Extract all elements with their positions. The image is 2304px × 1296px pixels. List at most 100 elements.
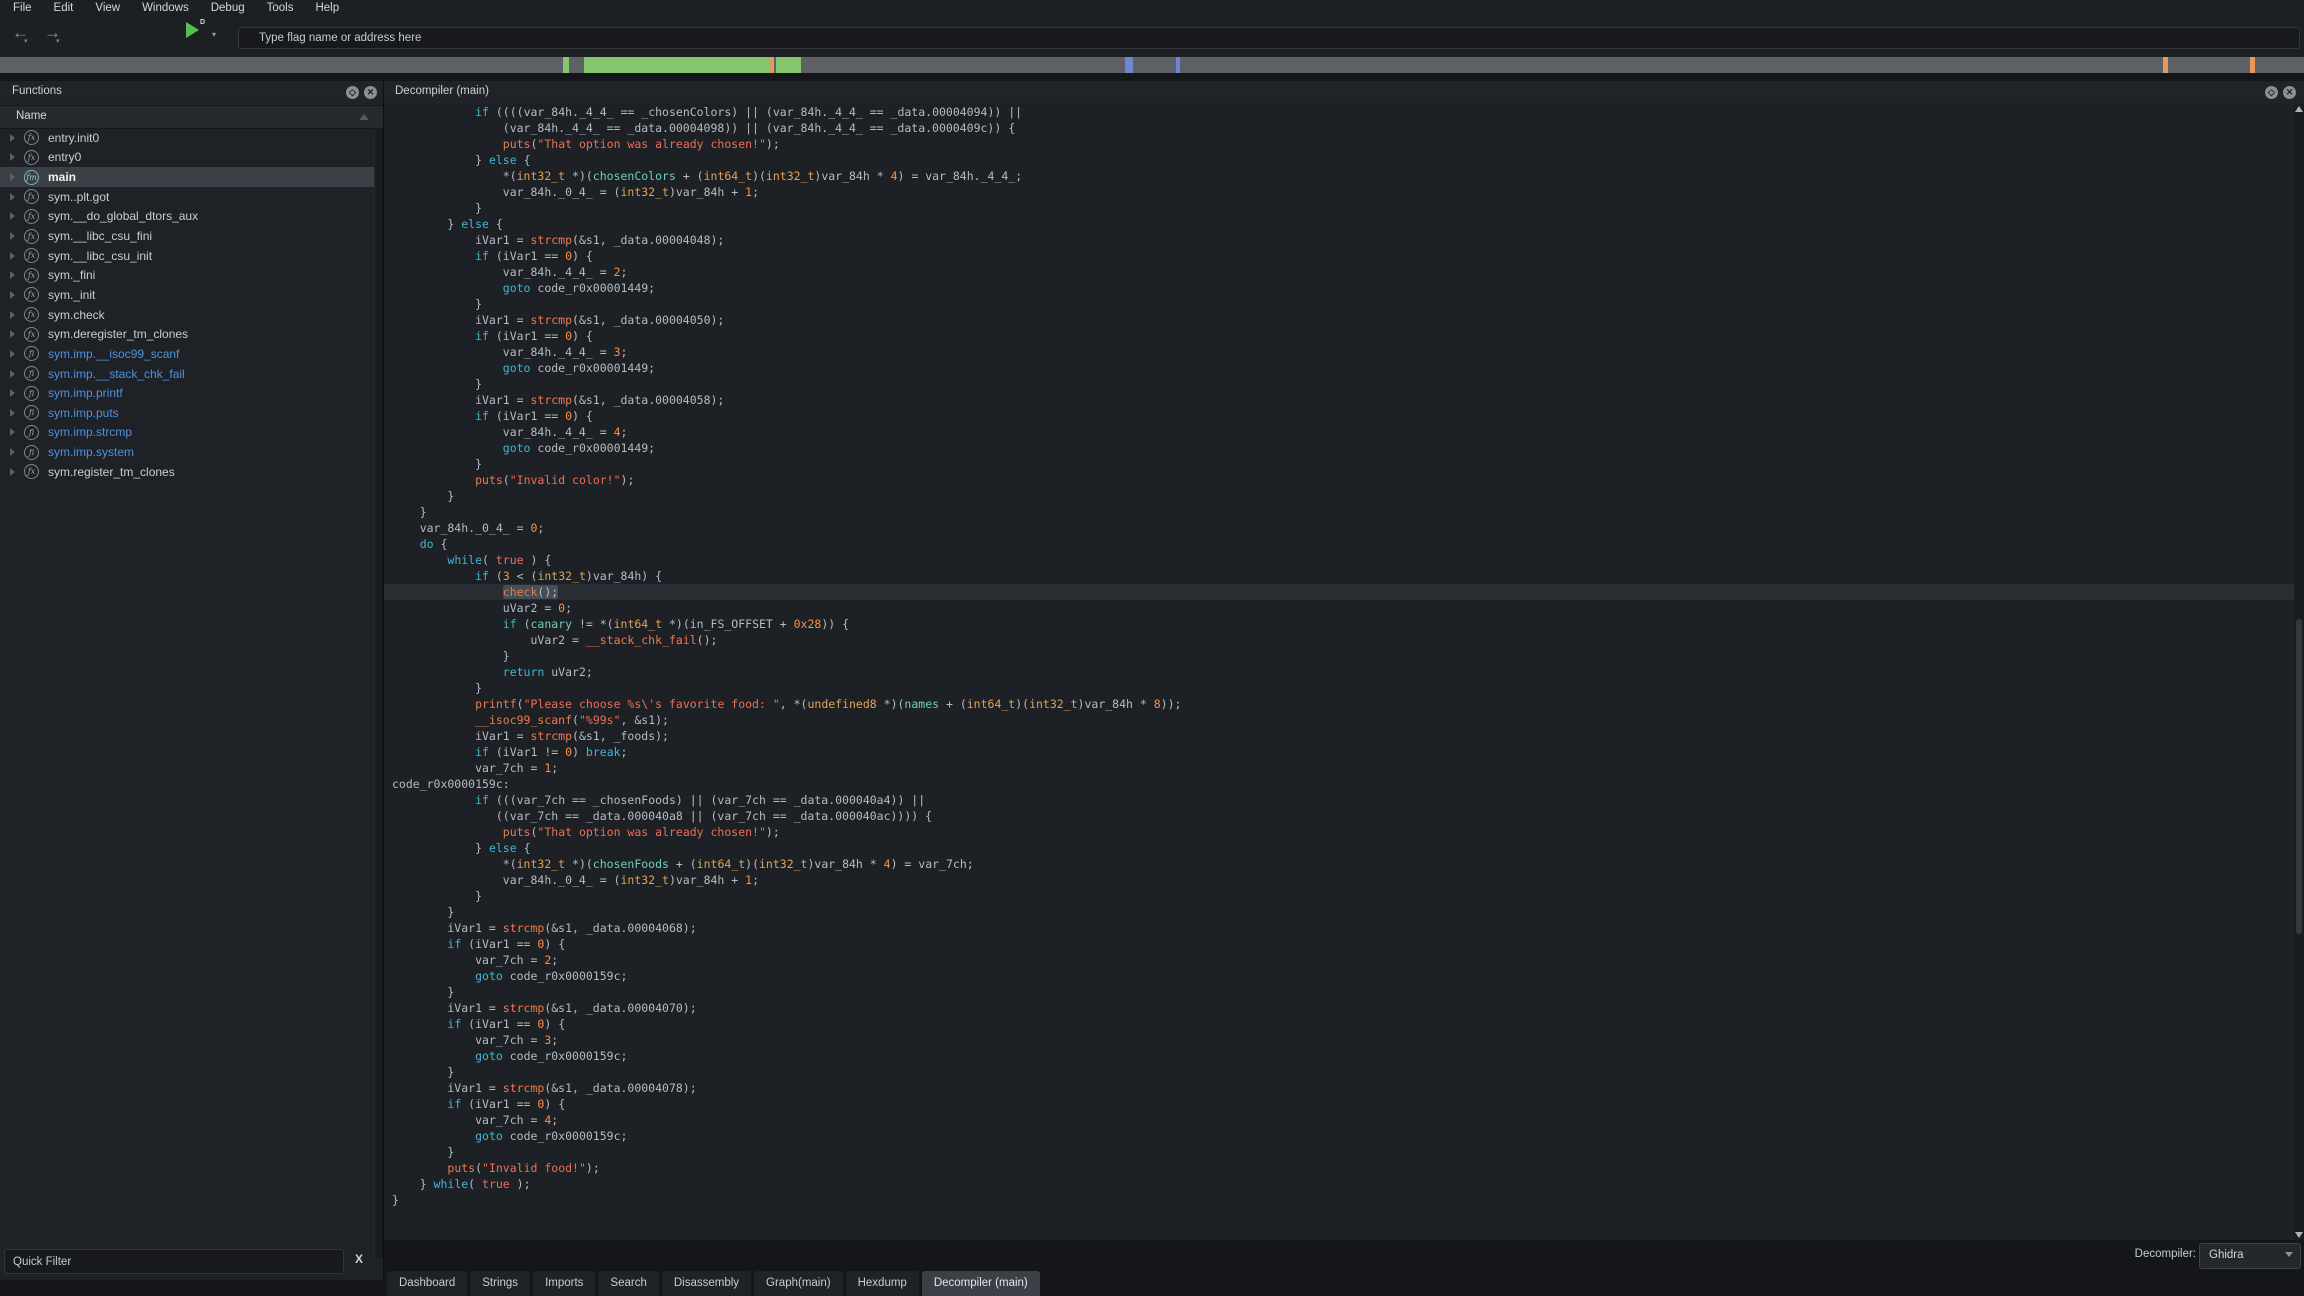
tab-decompiler-main[interactable]: Decompiler (main) xyxy=(921,1271,1040,1296)
code-line[interactable]: } while( true ); xyxy=(384,1176,2294,1192)
code-line[interactable]: (var_84h._4_4_ == _data.00004098)) || (v… xyxy=(384,120,2294,136)
code-line[interactable]: goto code_r0x00001449; xyxy=(384,360,2294,376)
memory-segment[interactable] xyxy=(584,57,770,73)
memory-segment[interactable] xyxy=(1125,57,1133,73)
code-line[interactable]: if (iVar1 == 0) { xyxy=(384,328,2294,344)
function-list-item[interactable]: ƒx sym._init xyxy=(0,285,375,305)
menu-edit[interactable]: Edit xyxy=(43,0,85,17)
memory-segment[interactable] xyxy=(776,57,801,73)
code-line[interactable]: check(); xyxy=(384,584,2294,600)
code-line[interactable]: var_84h._4_4_ = 4; xyxy=(384,424,2294,440)
code-line[interactable]: } else { xyxy=(384,152,2294,168)
code-line[interactable]: } xyxy=(384,1144,2294,1160)
scrollbar-thumb[interactable] xyxy=(2296,619,2302,934)
function-list-item[interactable]: ƒx entry0 xyxy=(0,148,375,168)
functions-column-header[interactable]: Name xyxy=(0,105,383,129)
code-line[interactable]: var_84h._0_4_ = 0; xyxy=(384,520,2294,536)
expand-caret-icon[interactable] xyxy=(10,448,15,457)
menu-debug[interactable]: Debug xyxy=(200,0,256,17)
quick-filter-close-button[interactable]: X xyxy=(355,1252,363,1266)
code-line[interactable]: } xyxy=(384,456,2294,472)
code-line[interactable]: do { xyxy=(384,536,2294,552)
function-list-item[interactable]: ƒm main xyxy=(0,167,375,187)
expand-caret-icon[interactable] xyxy=(10,251,15,260)
function-list-item[interactable]: ƒi sym.imp.__stack_chk_fail xyxy=(0,364,375,384)
code-line[interactable]: iVar1 = strcmp(&s1, _data.00004068); xyxy=(384,920,2294,936)
code-line[interactable]: } xyxy=(384,888,2294,904)
code-line[interactable]: } else { xyxy=(384,840,2294,856)
expand-caret-icon[interactable] xyxy=(10,467,15,476)
code-line[interactable]: var_84h._4_4_ = 3; xyxy=(384,344,2294,360)
scroll-up-icon[interactable] xyxy=(2295,106,2303,112)
tab-strings[interactable]: Strings xyxy=(470,1271,531,1296)
code-line[interactable]: goto code_r0x0000159c; xyxy=(384,1048,2294,1064)
function-list-item[interactable]: ƒx entry.init0 xyxy=(0,128,375,148)
undock-panel-icon[interactable]: ◇ xyxy=(2265,86,2278,99)
close-panel-icon[interactable]: ✕ xyxy=(2283,86,2296,99)
highlighted-token[interactable]: check(); xyxy=(502,585,559,599)
code-line[interactable]: printf("Please choose %s\'s favorite foo… xyxy=(384,696,2294,712)
code-line[interactable]: puts("That option was already chosen!"); xyxy=(384,824,2294,840)
function-list-item[interactable]: ƒx sym.__do_global_dtors_aux xyxy=(0,207,375,227)
tab-search[interactable]: Search xyxy=(598,1271,659,1296)
code-line[interactable]: } xyxy=(384,680,2294,696)
code-line[interactable]: puts("That option was already chosen!"); xyxy=(384,136,2294,152)
function-list-item[interactable]: ƒx sym._fini xyxy=(0,265,375,285)
code-line[interactable]: uVar2 = 0; xyxy=(384,600,2294,616)
code-line[interactable]: var_84h._0_4_ = (int32_t)var_84h + 1; xyxy=(384,184,2294,200)
code-line[interactable]: } xyxy=(384,376,2294,392)
function-list-item[interactable]: ƒx sym.deregister_tm_clones xyxy=(0,324,375,344)
code-line[interactable]: var_7ch = 3; xyxy=(384,1032,2294,1048)
menu-windows[interactable]: Windows xyxy=(131,0,200,17)
code-line[interactable]: } xyxy=(384,648,2294,664)
expand-caret-icon[interactable] xyxy=(10,428,15,437)
function-list-item[interactable]: ƒi sym.imp.system xyxy=(0,442,375,462)
code-line[interactable]: *(int32_t *)(chosenColors + (int64_t)(in… xyxy=(384,168,2294,184)
code-line[interactable]: } else { xyxy=(384,216,2294,232)
code-line[interactable]: if (iVar1 == 0) { xyxy=(384,1096,2294,1112)
memory-segment[interactable] xyxy=(563,57,569,73)
undock-panel-icon[interactable]: ◇ xyxy=(346,86,359,99)
code-line[interactable]: if (iVar1 == 0) { xyxy=(384,1016,2294,1032)
memory-segment[interactable] xyxy=(2250,57,2255,73)
code-line[interactable]: var_84h._4_4_ = 2; xyxy=(384,264,2294,280)
code-line[interactable]: puts("Invalid food!"); xyxy=(384,1160,2294,1176)
tab-hexdump[interactable]: Hexdump xyxy=(845,1271,919,1296)
forward-dropdown-caret-icon[interactable]: ▾ xyxy=(56,37,60,45)
code-line[interactable]: iVar1 = strcmp(&s1, _data.00004050); xyxy=(384,312,2294,328)
expand-caret-icon[interactable] xyxy=(10,310,15,319)
code-line[interactable]: if (iVar1 != 0) break; xyxy=(384,744,2294,760)
function-list-item[interactable]: ƒi sym.imp.strcmp xyxy=(0,423,375,443)
debug-dropdown-caret-icon[interactable]: ▾ xyxy=(212,30,216,39)
code-line[interactable]: code_r0x0000159c: xyxy=(384,776,2294,792)
code-line[interactable]: } xyxy=(384,296,2294,312)
code-line[interactable]: if ((((var_84h._4_4_ == _chosenColors) |… xyxy=(384,104,2294,120)
expand-caret-icon[interactable] xyxy=(10,173,15,182)
quick-filter-input[interactable] xyxy=(4,1249,344,1274)
code-line[interactable]: if (iVar1 == 0) { xyxy=(384,248,2294,264)
code-line[interactable]: if (iVar1 == 0) { xyxy=(384,936,2294,952)
code-line[interactable]: var_7ch = 4; xyxy=(384,1112,2294,1128)
code-line[interactable]: while( true ) { xyxy=(384,552,2294,568)
expand-caret-icon[interactable] xyxy=(10,290,15,299)
function-list-item[interactable]: ƒi sym.imp.puts xyxy=(0,403,375,423)
code-line[interactable]: goto code_r0x00001449; xyxy=(384,440,2294,456)
function-list-item[interactable]: ƒx sym.check xyxy=(0,305,375,325)
memory-segment[interactable] xyxy=(770,57,774,73)
code-line[interactable]: iVar1 = strcmp(&s1, _data.00004058); xyxy=(384,392,2294,408)
back-dropdown-caret-icon[interactable]: ▾ xyxy=(24,37,28,45)
function-list-item[interactable]: ƒx sym.__libc_csu_fini xyxy=(0,226,375,246)
expand-caret-icon[interactable] xyxy=(10,212,15,221)
decompiled-code[interactable]: if ((((var_84h._4_4_ == _chosenColors) |… xyxy=(384,104,2294,1208)
menu-tools[interactable]: Tools xyxy=(256,0,305,17)
decompiler-scrollbar[interactable] xyxy=(2294,104,2304,1240)
expand-caret-icon[interactable] xyxy=(10,133,15,142)
code-line[interactable]: uVar2 = __stack_chk_fail(); xyxy=(384,632,2294,648)
function-list-item[interactable]: ƒi sym.imp.__isoc99_scanf xyxy=(0,344,375,364)
code-line[interactable]: goto code_r0x0000159c; xyxy=(384,968,2294,984)
tab-graph-main[interactable]: Graph(main) xyxy=(754,1271,843,1296)
expand-caret-icon[interactable] xyxy=(10,232,15,241)
memory-map-strip[interactable] xyxy=(0,57,2304,73)
expand-caret-icon[interactable] xyxy=(10,330,15,339)
code-line[interactable]: __isoc99_scanf("%99s", &s1); xyxy=(384,712,2294,728)
